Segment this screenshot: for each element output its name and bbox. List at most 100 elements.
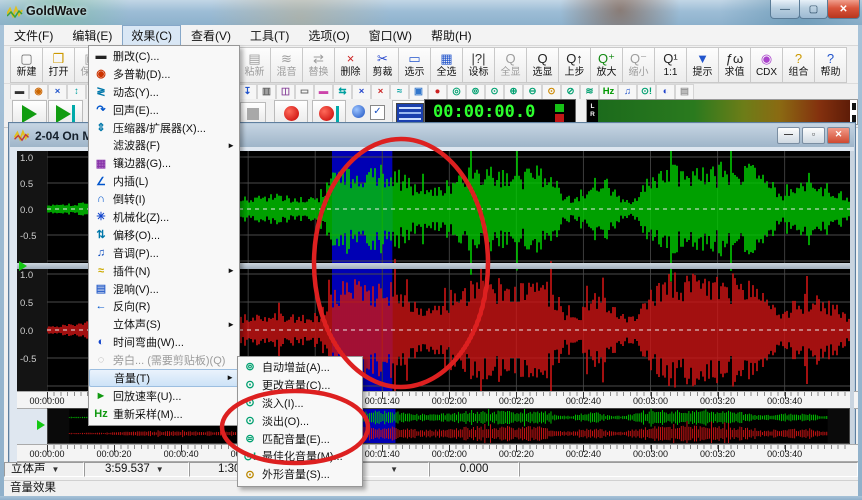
small-toolbar-icon[interactable]: ≋ — [580, 84, 599, 100]
effect-menu-item-13[interactable]: ▤混响(V)... — [89, 280, 239, 298]
small-toolbar-icon[interactable]: ↕ — [67, 84, 86, 100]
toolbar-button-帮助[interactable]: ?帮助 — [814, 47, 847, 83]
small-toolbar-icon[interactable]: ⊕ — [504, 84, 523, 100]
effect-menu-item-20[interactable]: Hz重新采样(M)... — [89, 405, 239, 423]
channel-dropdown-icon[interactable]: ▼ — [52, 462, 60, 477]
volume-submenu-item-3[interactable]: ⊙淡出(O)... — [238, 412, 362, 430]
volume-submenu-item-5[interactable]: ⊙!最佳化音量(M)... — [238, 447, 362, 465]
small-toolbar-icon[interactable]: ◎ — [447, 84, 466, 100]
small-toolbar-icon[interactable]: ⊙ — [542, 84, 561, 100]
toolbar-button-删除[interactable]: ×删除 — [334, 47, 367, 83]
effect-menu-item-11[interactable]: ♫音调(P)... — [89, 244, 239, 262]
effect-menu-item-10[interactable]: ⇅偏移(O)... — [89, 226, 239, 244]
toolbar-button-全显[interactable]: Q全显 — [494, 47, 527, 83]
toolbar-button-选示[interactable]: ▭选示 — [398, 47, 431, 83]
selection-dropdown-icon[interactable]: ▼ — [390, 462, 398, 477]
small-toolbar-icon[interactable]: ⊖ — [523, 84, 542, 100]
menubar-item-tools[interactable]: 工具(T) — [241, 25, 298, 46]
menubar-item-view[interactable]: 查看(V) — [182, 25, 240, 46]
small-toolbar-icon[interactable]: ▤ — [675, 84, 694, 100]
toolbar-button-混音[interactable]: ≋混音 — [270, 47, 303, 83]
small-toolbar-icon[interactable]: ⊙ — [485, 84, 504, 100]
effect-menu-item-15[interactable]: 立体声(S)► — [89, 315, 239, 333]
volume-submenu-item-1[interactable]: ⊙更改音量(C)... — [238, 376, 362, 394]
main-titlebar[interactable]: GoldWave — ▢ ✕ — [0, 0, 862, 25]
status-channel-mode[interactable]: 立体声▼ — [4, 462, 84, 477]
effect-menu-item-5[interactable]: 滤波器(F)► — [89, 136, 239, 154]
effect-menu-item-4[interactable]: ⇕压缩器/扩展器(X)... — [89, 119, 239, 137]
menubar-item-effect[interactable]: 效果(C) — [122, 25, 181, 46]
close-button[interactable]: ✕ — [827, 0, 860, 19]
small-toolbar-icon[interactable]: ⊘ — [561, 84, 580, 100]
effect-menu-item-0[interactable]: ▬删改(C)... — [89, 47, 239, 65]
toolbar-button-替换[interactable]: ⇄替换 — [302, 47, 335, 83]
menubar-item-edit[interactable]: 编辑(E) — [63, 25, 121, 46]
minimize-button[interactable]: — — [770, 0, 800, 19]
small-toolbar-icon[interactable]: Hz — [599, 84, 618, 100]
small-toolbar-icon[interactable]: ⇆ — [333, 84, 352, 100]
small-toolbar-icon[interactable]: ⊚ — [466, 84, 485, 100]
effect-menu-item-3[interactable]: ↷回声(E)... — [89, 101, 239, 119]
toolbar-button-设标[interactable]: |?|设标 — [462, 47, 495, 83]
volume-submenu-item-0[interactable]: ⊚自动增益(A)... — [238, 358, 362, 376]
toolbar-button-打开[interactable]: ❒打开 — [42, 47, 75, 83]
sound-close-button[interactable]: ✕ — [827, 127, 850, 144]
menubar-item-file[interactable]: 文件(F) — [5, 25, 62, 46]
toolbar-button-求值[interactable]: ƒω求值 — [718, 47, 751, 83]
effect-menu-item-8[interactable]: ∩倒转(I) — [89, 190, 239, 208]
toolbar-button-CDX[interactable]: ◉CDX — [750, 47, 783, 83]
small-toolbar-icon[interactable]: ↧ — [238, 84, 257, 100]
volume-submenu-item-6[interactable]: ⊙外形音量(S)... — [238, 465, 362, 483]
vertical-scrollbar[interactable] — [850, 151, 854, 444]
small-toolbar-icon[interactable]: × — [371, 84, 390, 100]
small-toolbar-icon[interactable]: ◉ — [29, 84, 48, 100]
toolbar-button-剪裁[interactable]: ✂剪裁 — [366, 47, 399, 83]
menubar-item-help[interactable]: 帮助(H) — [422, 25, 481, 46]
small-toolbar-icon[interactable]: × — [352, 84, 371, 100]
toolbar-button-放大[interactable]: Q⁺放大 — [590, 47, 623, 83]
small-toolbar-icon[interactable]: ● — [428, 84, 447, 100]
volume-submenu-item-4[interactable]: ⊜匹配音量(E)... — [238, 430, 362, 448]
toolbar-button-缩小[interactable]: Q⁻缩小 — [622, 47, 655, 83]
small-toolbar-icon[interactable]: ▭ — [295, 84, 314, 100]
sound-minimize-button[interactable]: — — [777, 127, 800, 144]
toolbar-button-1:1[interactable]: Q¹1:1 — [654, 47, 687, 83]
length-dropdown-icon[interactable]: ▼ — [156, 462, 164, 477]
effect-menu-item-2[interactable]: ≷动态(Y)... — [89, 83, 239, 101]
effect-menu-item-14[interactable]: ←反向(R) — [89, 297, 239, 315]
toolbar-button-组合[interactable]: ?组合 — [782, 47, 815, 83]
effect-menu-item-1[interactable]: ◉多普勒(D)... — [89, 65, 239, 83]
toolbar-button-提示[interactable]: ▼提示 — [686, 47, 719, 83]
menubar-item-window[interactable]: 窗口(W) — [360, 25, 421, 46]
small-toolbar-icon[interactable]: ▣ — [409, 84, 428, 100]
record-options-icon[interactable] — [352, 105, 365, 118]
small-toolbar-icon[interactable]: ⊙! — [637, 84, 656, 100]
small-toolbar-icon[interactable]: ▬ — [314, 84, 333, 100]
effect-menu-item-6[interactable]: ▦镶边器(G)... — [89, 154, 239, 172]
small-toolbar-icon[interactable]: ♫ — [618, 84, 637, 100]
toolbar-button-粘新[interactable]: ▤粘新 — [238, 47, 271, 83]
volume-submenu-item-2[interactable]: ⊙淡入(I)... — [238, 394, 362, 412]
status-length[interactable]: 3:59.537▼ — [84, 462, 189, 477]
sound-maximize-button[interactable]: ▫ — [802, 127, 825, 144]
toolbar-button-选显[interactable]: Q选显 — [526, 47, 559, 83]
effect-menu-item-9[interactable]: ✳机械化(Z)... — [89, 208, 239, 226]
menubar-item-options[interactable]: 选项(O) — [299, 25, 358, 46]
small-toolbar-icon[interactable]: ◐ — [656, 84, 675, 100]
effect-menu-item-18[interactable]: 音量(T)► — [89, 369, 239, 387]
toolbar-button-上步[interactable]: Q↑上步 — [558, 47, 591, 83]
effect-menu-item-16[interactable]: ◐时间弯曲(W)... — [89, 333, 239, 351]
effect-menu-item-12[interactable]: ≈插件(N)► — [89, 262, 239, 280]
effect-menu-item-7[interactable]: ∠内插(L) — [89, 172, 239, 190]
effect-menu-item-17[interactable]: ◌旁白... (需要剪贴板)(Q) — [89, 351, 239, 369]
small-toolbar-icon[interactable]: ≈ — [390, 84, 409, 100]
toolbar-button-全选[interactable]: ▦全选 — [430, 47, 463, 83]
small-toolbar-icon[interactable]: ◫ — [276, 84, 295, 100]
effect-menu-item-19[interactable]: ►回放速率(U)... — [89, 387, 239, 405]
maximize-button[interactable]: ▢ — [799, 0, 828, 19]
small-toolbar-icon[interactable]: ▥ — [257, 84, 276, 100]
small-toolbar-icon[interactable]: ▬ — [10, 84, 29, 100]
toolbar-button-新建[interactable]: ▢新建 — [10, 47, 43, 83]
small-toolbar-icon[interactable]: × — [48, 84, 67, 100]
record-checkbox[interactable]: ✓ — [370, 105, 385, 120]
